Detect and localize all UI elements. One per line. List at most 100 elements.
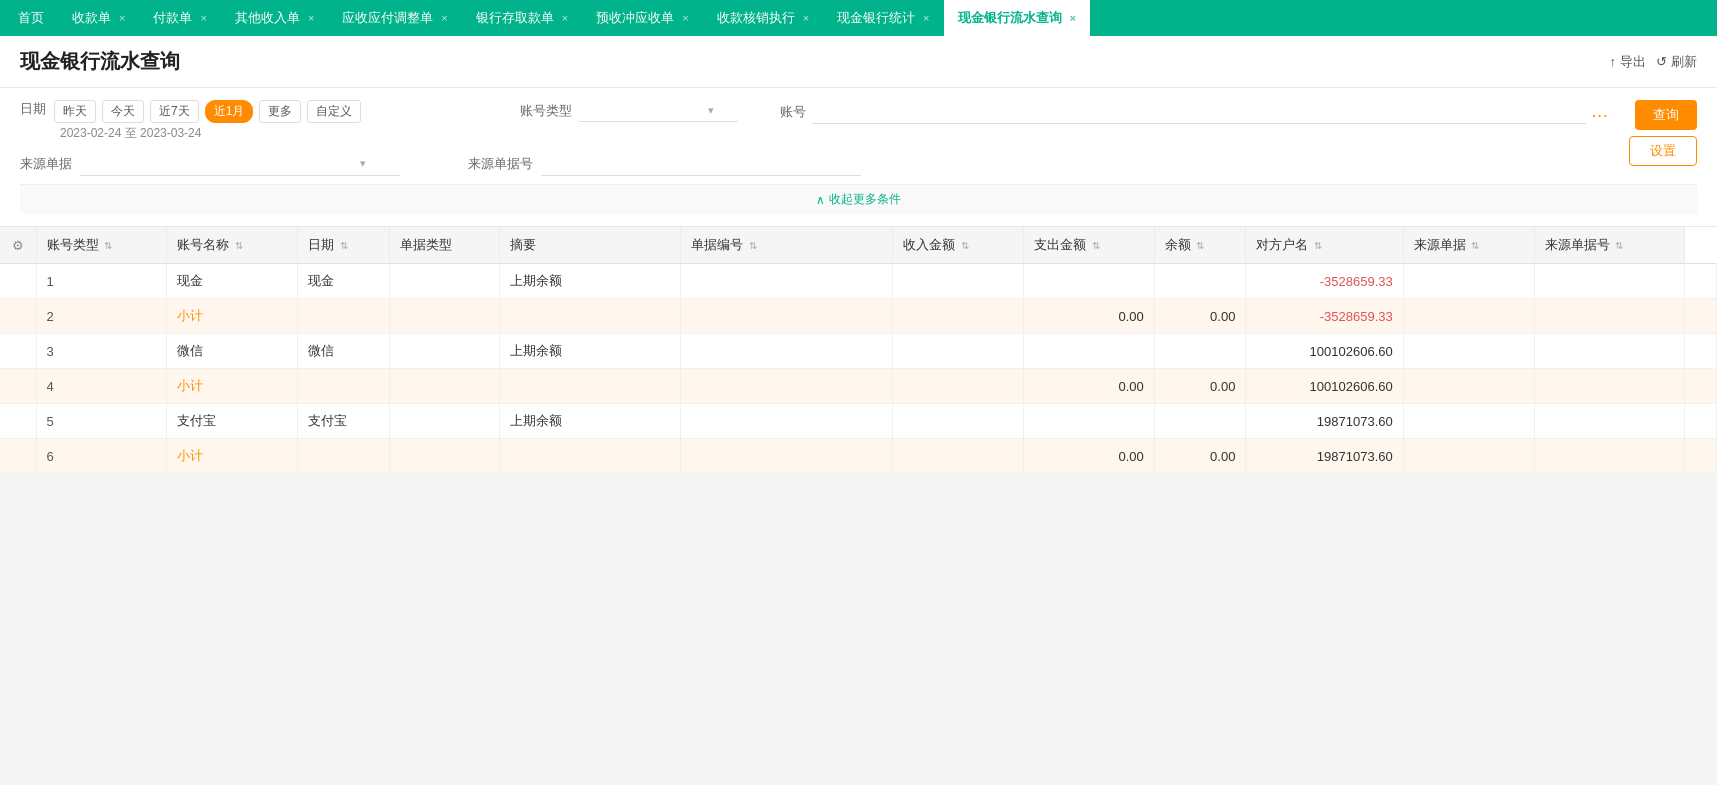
close-icon[interactable]: ×	[682, 0, 688, 36]
nav-item-home[interactable]: 首页	[4, 0, 58, 36]
refresh-icon: ↺	[1656, 54, 1667, 69]
table-row: 4小计0.000.00100102606.60	[0, 369, 1717, 404]
source-doc-num-label: 来源单据号	[468, 155, 533, 173]
expense-cell: 0.00	[1154, 369, 1246, 404]
source-doc-cell	[1534, 404, 1685, 439]
account-picker-button[interactable]: ...	[1592, 105, 1609, 120]
nav-item-payment[interactable]: 付款单 ×	[139, 0, 220, 36]
nav-item-other-income[interactable]: 其他收入单 ×	[221, 0, 328, 36]
account-type-cell: 微信	[167, 334, 298, 369]
col-source-doc-no[interactable]: 来源单据号 ⇅	[1534, 227, 1685, 264]
row-settings-cell	[0, 299, 36, 334]
col-account-name[interactable]: 账号名称 ⇅	[167, 227, 298, 264]
sort-icon: ⇅	[749, 240, 757, 251]
balance-cell: 19871073.60	[1246, 439, 1403, 474]
sort-icon: ⇅	[235, 240, 243, 251]
doc-type-cell	[500, 439, 681, 474]
summary-cell	[681, 334, 893, 369]
counterpart-cell	[1403, 264, 1534, 299]
col-source-doc[interactable]: 来源单据 ⇅	[1403, 227, 1534, 264]
source-doc-input[interactable]	[80, 152, 360, 175]
col-doc-no[interactable]: 单据编号 ⇅	[681, 227, 893, 264]
balance-cell: 100102606.60	[1246, 369, 1403, 404]
account-name-cell: 支付宝	[298, 404, 390, 439]
settings-button[interactable]: 设置	[1629, 136, 1697, 166]
date-yesterday-btn[interactable]: 昨天	[54, 100, 96, 123]
nav-item-receipt[interactable]: 收款单 ×	[58, 0, 139, 36]
nav-item-collection[interactable]: 收款核销执行 ×	[703, 0, 823, 36]
account-type-label: 账号类型	[520, 102, 572, 120]
close-icon[interactable]: ×	[119, 0, 125, 36]
col-expense[interactable]: 支出金额 ⇅	[1023, 227, 1154, 264]
sort-icon: ⇅	[1092, 240, 1100, 251]
nav-item-cash-flow[interactable]: 现金银行流水查询 ×	[944, 0, 1090, 36]
account-type-select[interactable]: ▾	[578, 100, 738, 122]
account-type-cell: 小计	[167, 299, 298, 334]
table-row: 2小计0.000.00-3528659.33	[0, 299, 1717, 334]
row-num: 2	[36, 299, 167, 334]
source-doc-no-cell	[1685, 404, 1717, 439]
account-input[interactable]	[812, 100, 1586, 124]
source-doc-cell	[1534, 299, 1685, 334]
close-icon[interactable]: ×	[562, 0, 568, 36]
col-counterpart[interactable]: 对方户名 ⇅	[1246, 227, 1403, 264]
close-icon[interactable]: ×	[923, 0, 929, 36]
chevron-down-icon-source: ▾	[360, 157, 366, 170]
close-icon[interactable]: ×	[803, 0, 809, 36]
close-icon[interactable]: ×	[308, 0, 314, 36]
close-icon[interactable]: ×	[1070, 0, 1076, 36]
summary-cell	[681, 439, 893, 474]
source-doc-num-input[interactable]	[541, 152, 861, 176]
date-label: 日期	[20, 100, 46, 118]
table-row: 6小计0.000.0019871073.60	[0, 439, 1717, 474]
date-1month-btn[interactable]: 近1月	[205, 100, 254, 123]
date-more-btn[interactable]: 更多	[259, 100, 301, 123]
date-cell	[389, 264, 499, 299]
col-doc-type[interactable]: 单据类型	[389, 227, 499, 264]
row-num: 6	[36, 439, 167, 474]
date-7days-btn[interactable]: 近7天	[150, 100, 199, 123]
export-button[interactable]: ↑ 导出	[1610, 53, 1647, 71]
page-title: 现金银行流水查询	[20, 48, 180, 75]
nav-item-ar-ap[interactable]: 应收应付调整单 ×	[328, 0, 461, 36]
nav-item-prepay[interactable]: 预收冲应收单 ×	[582, 0, 702, 36]
collapse-bar[interactable]: ∧ 收起更多条件	[20, 184, 1697, 214]
counterpart-cell	[1403, 369, 1534, 404]
gear-icon[interactable]: ⚙	[12, 238, 24, 253]
doc-type-cell: 上期余额	[500, 404, 681, 439]
nav-item-bank-deposit[interactable]: 银行存取款单 ×	[462, 0, 582, 36]
filter-area: 日期 昨天 今天 近7天 近1月 更多 自定义 2023-02-24 至 202…	[0, 88, 1717, 227]
doc-no-cell	[893, 299, 1024, 334]
income-cell	[1023, 264, 1154, 299]
account-type-cell: 小计	[167, 439, 298, 474]
date-today-btn[interactable]: 今天	[102, 100, 144, 123]
income-cell: 0.00	[1023, 439, 1154, 474]
row-num: 1	[36, 264, 167, 299]
chevron-up-icon: ∧	[816, 193, 825, 207]
source-doc-no-cell	[1685, 334, 1717, 369]
account-name-cell	[298, 439, 390, 474]
source-doc-cell	[1534, 334, 1685, 369]
sort-icon: ⇅	[1615, 240, 1623, 251]
income-cell: 0.00	[1023, 369, 1154, 404]
col-date[interactable]: 日期 ⇅	[298, 227, 390, 264]
doc-no-cell	[893, 404, 1024, 439]
refresh-button[interactable]: ↺ 刷新	[1656, 53, 1697, 71]
close-icon[interactable]: ×	[200, 0, 206, 36]
col-account-type[interactable]: 账号类型 ⇅	[36, 227, 167, 264]
date-custom-btn[interactable]: 自定义	[307, 100, 361, 123]
row-num: 3	[36, 334, 167, 369]
counterpart-cell	[1403, 439, 1534, 474]
doc-type-cell: 上期余额	[500, 264, 681, 299]
query-button[interactable]: 查询	[1635, 100, 1697, 130]
row-settings-cell	[0, 264, 36, 299]
summary-cell	[681, 404, 893, 439]
page-header: 现金银行流水查询 ↑ 导出 ↺ 刷新	[0, 36, 1717, 88]
col-income[interactable]: 收入金额 ⇅	[893, 227, 1024, 264]
account-label: 账号	[780, 103, 806, 121]
col-summary[interactable]: 摘要	[500, 227, 681, 264]
col-balance[interactable]: 余额 ⇅	[1154, 227, 1246, 264]
nav-item-cash-stats[interactable]: 现金银行统计 ×	[823, 0, 943, 36]
close-icon[interactable]: ×	[441, 0, 447, 36]
col-settings[interactable]: ⚙	[0, 227, 36, 264]
